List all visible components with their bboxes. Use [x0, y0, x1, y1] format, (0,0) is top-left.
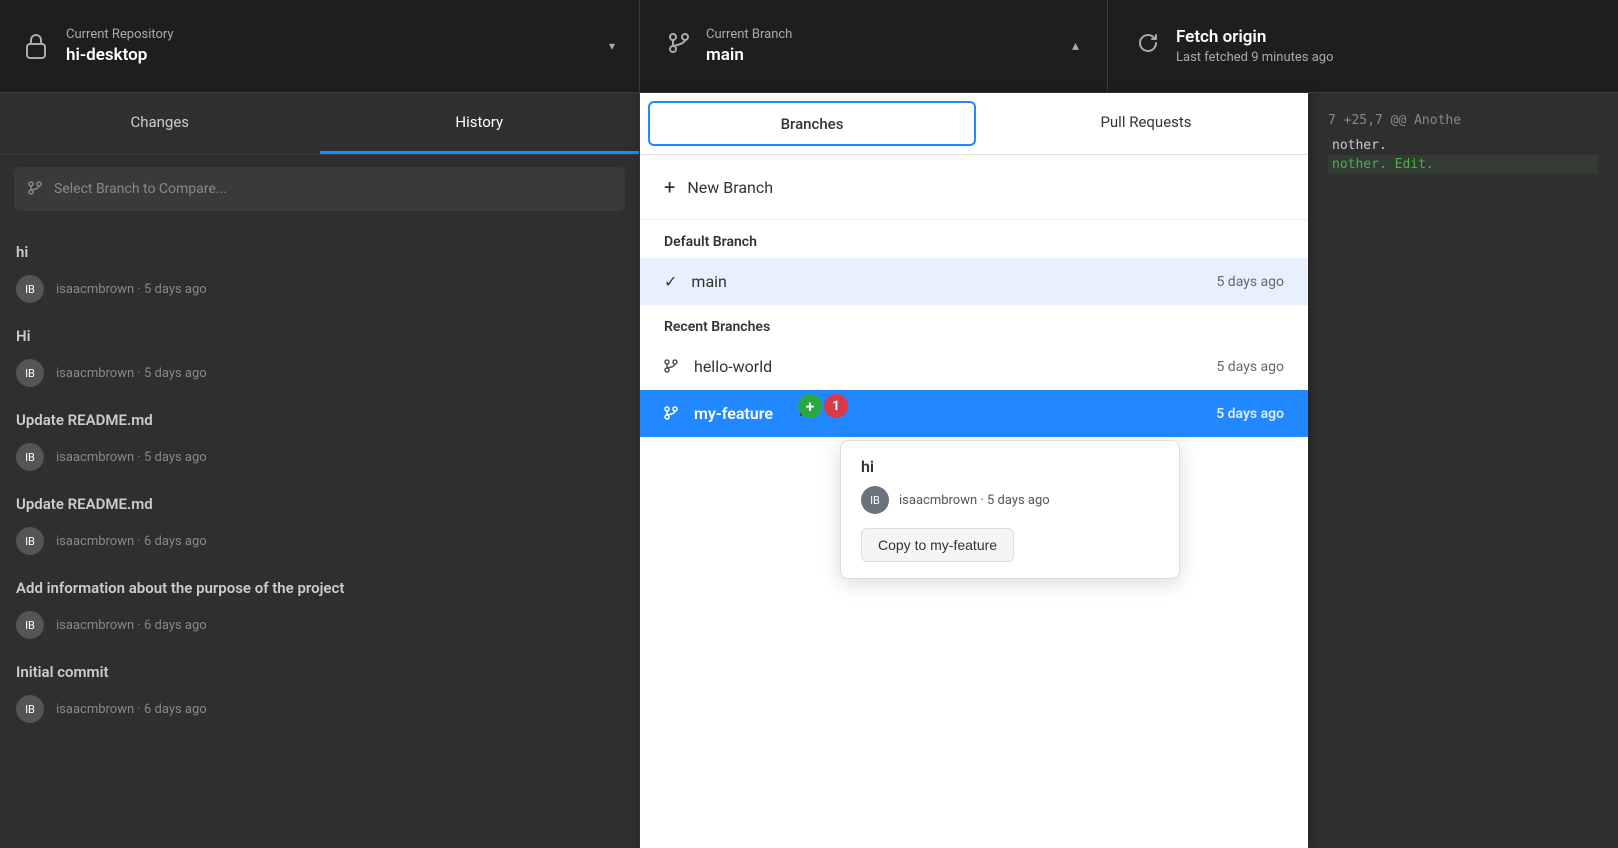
commit-item-0[interactable]: IB isaacmbrown · 5 days ago: [16, 269, 623, 309]
refresh-icon: [1136, 31, 1160, 61]
commit-meta-4: isaacmbrown · 6 days ago: [56, 618, 207, 633]
tab-pull-requests[interactable]: Pull Requests: [984, 93, 1308, 154]
tooltip-avatar: IB: [861, 486, 889, 514]
branch-row-main[interactable]: ✓ main 5 days ago: [640, 258, 1308, 305]
avatar-3: IB: [16, 527, 44, 555]
commit-group-6: Initial commit IB isaacmbrown · 6 days a…: [0, 651, 639, 735]
commit-title-4: Add information about the purpose of the…: [16, 579, 623, 597]
commit-title-5: Initial commit: [16, 663, 623, 681]
branch-row-my-feature[interactable]: my-feature ▶ + 1 5 days ago hi IB isaacm…: [640, 390, 1308, 437]
fetch-section[interactable]: Fetch origin Last fetched 9 minutes ago: [1108, 0, 1618, 92]
new-branch-label: New Branch: [687, 178, 773, 197]
lock-icon: [24, 32, 52, 60]
tab-branches[interactable]: Branches: [648, 101, 976, 146]
commit-title-1: Hi: [16, 327, 623, 345]
tab-bar: Changes History: [0, 93, 639, 155]
dropdown-content: + New Branch Default Branch ✓ main 5 day…: [640, 155, 1308, 848]
check-icon: ✓: [664, 272, 677, 291]
commit-meta-0: isaacmbrown · 5 days ago: [56, 282, 207, 297]
tab-history[interactable]: History: [320, 93, 640, 154]
chevron-up-icon: ▴: [1072, 38, 1079, 54]
sidebar: Changes History Select Branch to Compare…: [0, 93, 640, 848]
plus-icon: +: [664, 175, 675, 199]
commits-list: hi IB isaacmbrown · 5 days ago Hi IB isa…: [0, 223, 639, 848]
branch-info: Current Branch main: [706, 27, 1056, 65]
commit-item-3[interactable]: IB isaacmbrown · 6 days ago: [16, 521, 623, 561]
commit-item-4[interactable]: IB isaacmbrown · 6 days ago: [16, 605, 623, 645]
badge-area: + 1: [798, 394, 848, 418]
branch-section[interactable]: Current Branch main ▴: [640, 0, 1108, 92]
main-content: Changes History Select Branch to Compare…: [0, 93, 1618, 848]
commit-meta-3: isaacmbrown · 6 days ago: [56, 534, 207, 549]
branch-time-my-feature: 5 days ago: [1216, 406, 1284, 422]
branch-tooltip: hi IB isaacmbrown · 5 days ago Copy to m…: [840, 440, 1180, 579]
branch-icon-hello-world: [664, 359, 680, 375]
tab-changes[interactable]: Changes: [0, 93, 320, 154]
commit-title-2: Update README.md: [16, 411, 623, 429]
copy-to-my-feature-button[interactable]: Copy to my-feature: [861, 528, 1014, 562]
tooltip-author: isaacmbrown · 5 days ago: [899, 493, 1050, 508]
commit-group-3: Update README.md IB isaacmbrown · 5 days…: [0, 399, 639, 483]
tooltip-commit-meta: IB isaacmbrown · 5 days ago: [861, 486, 1159, 514]
branch-icon-my-feature: [664, 406, 680, 422]
diff-area: 7 +25,7 @@ Anothe nother. nother. Edit.: [1308, 93, 1618, 848]
diff-header: 7 +25,7 @@ Anothe: [1328, 113, 1598, 128]
branch-icon: [668, 32, 690, 60]
dropdown-tabs: Branches Pull Requests: [640, 93, 1308, 155]
commit-group-4: Update README.md IB isaacmbrown · 6 days…: [0, 483, 639, 567]
repo-label: Current Repository: [66, 27, 595, 42]
repo-name: hi-desktop: [66, 45, 595, 65]
branch-row-hello-world[interactable]: hello-world 5 days ago: [640, 343, 1308, 390]
fetch-sub: Last fetched 9 minutes ago: [1176, 50, 1334, 65]
compare-bar[interactable]: Select Branch to Compare...: [14, 167, 625, 211]
badge-count: 1: [824, 394, 848, 418]
tab-branches-label: Branches: [781, 115, 844, 133]
badge-plus: +: [798, 394, 822, 418]
recent-branches-header: Recent Branches: [640, 305, 1308, 343]
new-branch-button[interactable]: + New Branch: [640, 155, 1308, 220]
commit-title-3: Update README.md: [16, 495, 623, 513]
branch-time-hello-world: 5 days ago: [1216, 359, 1284, 375]
default-branch-header: Default Branch: [640, 220, 1308, 258]
commit-title-0: hi: [16, 243, 623, 261]
tooltip-commit-title: hi: [861, 457, 1159, 476]
repo-info: Current Repository hi-desktop: [66, 27, 595, 65]
commit-meta-2: isaacmbrown · 5 days ago: [56, 450, 207, 465]
avatar-5: IB: [16, 695, 44, 723]
current-branch-label: Current Branch: [706, 27, 1056, 42]
branch-name-main: main: [691, 272, 1202, 291]
diff-line-0: nother.: [1328, 136, 1598, 155]
fetch-title: Fetch origin: [1176, 27, 1334, 47]
repo-section[interactable]: Current Repository hi-desktop ▾: [0, 0, 640, 92]
commit-group-1: hi IB isaacmbrown · 5 days ago: [0, 231, 639, 315]
commit-meta-1: isaacmbrown · 5 days ago: [56, 366, 207, 381]
commit-item-2[interactable]: IB isaacmbrown · 5 days ago: [16, 437, 623, 477]
commit-item-5[interactable]: IB isaacmbrown · 6 days ago: [16, 689, 623, 729]
branch-compare-icon: [28, 181, 44, 197]
commit-group-2: Hi IB isaacmbrown · 5 days ago: [0, 315, 639, 399]
top-bar: Current Repository hi-desktop ▾ Current …: [0, 0, 1618, 93]
compare-placeholder: Select Branch to Compare...: [54, 181, 227, 197]
avatar-0: IB: [16, 275, 44, 303]
commit-meta-5: isaacmbrown · 6 days ago: [56, 702, 207, 717]
avatar-4: IB: [16, 611, 44, 639]
current-branch-name: main: [706, 45, 1056, 65]
dropdown-panel: Branches Pull Requests + New Branch Defa…: [640, 93, 1308, 848]
avatar-2: IB: [16, 443, 44, 471]
branch-name-my-feature: my-feature: [694, 404, 1202, 423]
commit-group-5: Add information about the purpose of the…: [0, 567, 639, 651]
avatar-1: IB: [16, 359, 44, 387]
branch-name-hello-world: hello-world: [694, 357, 1202, 376]
chevron-down-icon: ▾: [609, 39, 615, 53]
tab-pull-requests-label: Pull Requests: [1100, 113, 1191, 131]
commit-item-1[interactable]: IB isaacmbrown · 5 days ago: [16, 353, 623, 393]
branch-time-main: 5 days ago: [1216, 274, 1284, 290]
diff-line-1: nother. Edit.: [1328, 155, 1598, 174]
fetch-info: Fetch origin Last fetched 9 minutes ago: [1176, 27, 1334, 65]
